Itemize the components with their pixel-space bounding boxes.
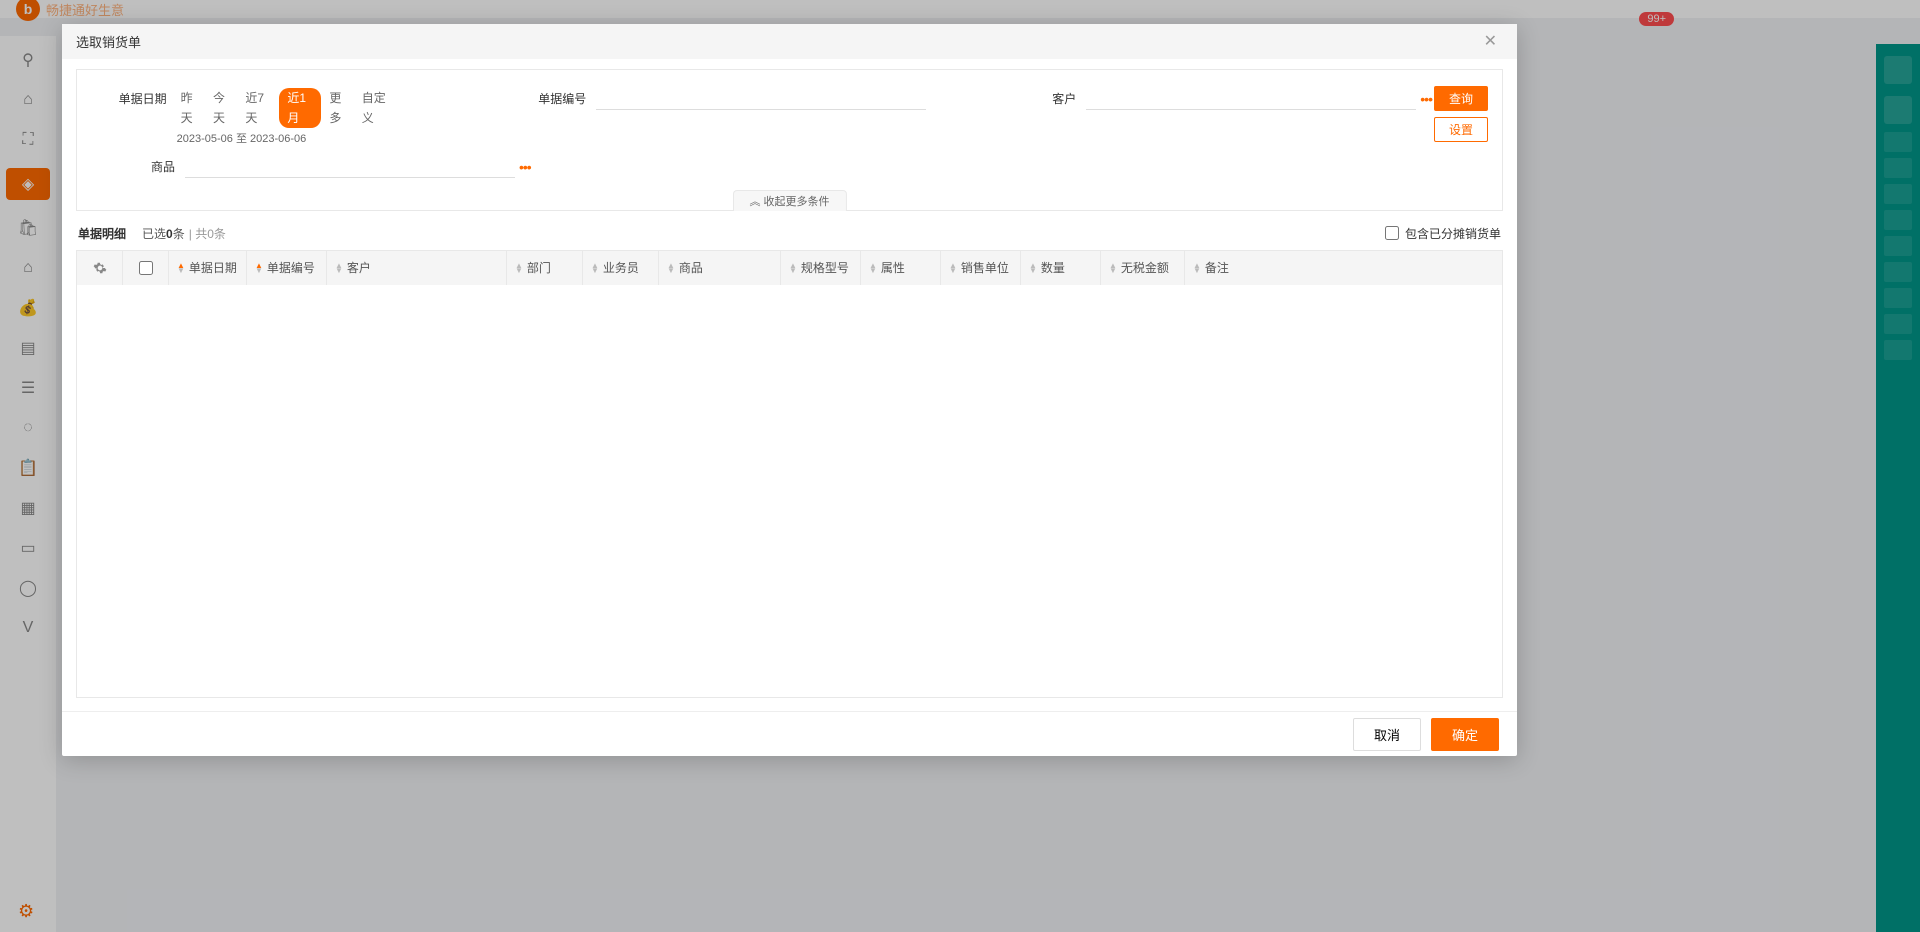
sort-icon: ▲▼ bbox=[255, 263, 263, 273]
product-input[interactable] bbox=[185, 156, 515, 178]
sort-icon: ▲▼ bbox=[515, 263, 523, 273]
col-label: 商品 bbox=[679, 259, 703, 276]
close-icon[interactable]: ✕ bbox=[1478, 27, 1503, 55]
ok-button[interactable]: 确定 bbox=[1431, 718, 1499, 751]
col-7[interactable]: ▲▼ 属性 bbox=[861, 251, 941, 285]
sort-icon: ▲▼ bbox=[949, 263, 957, 273]
filter-date: 单据日期 昨天 今天 近7天 近1月 更多 自定义 2023-05-06 至 2… bbox=[95, 88, 396, 146]
date-option-group: 昨天 今天 近7天 近1月 更多 自定义 bbox=[177, 88, 397, 128]
date-to: 2023-06-06 bbox=[250, 133, 306, 145]
filter-settings-button[interactable]: 设置 bbox=[1434, 117, 1488, 142]
sort-icon: ▲▼ bbox=[1109, 263, 1117, 273]
col-label: 无税金额 bbox=[1121, 259, 1169, 276]
col-label: 规格型号 bbox=[801, 259, 849, 276]
total-count: | 共0条 bbox=[189, 225, 226, 242]
date-opt-yesterday[interactable]: 昨天 bbox=[177, 88, 205, 128]
include-allocated-checkbox[interactable] bbox=[1385, 226, 1399, 240]
date-opt-7days[interactable]: 近7天 bbox=[241, 88, 275, 128]
filter-customer-label: 客户 bbox=[996, 88, 1076, 110]
col-label: 销售单位 bbox=[961, 259, 1009, 276]
horizontal-scrollbar[interactable] bbox=[76, 698, 1503, 711]
modal-footer: 取消 确定 bbox=[62, 711, 1517, 756]
col-label: 业务员 bbox=[603, 259, 639, 276]
summary-title: 单据明细 bbox=[78, 225, 126, 242]
col-label: 单据日期 bbox=[189, 259, 237, 276]
query-button[interactable]: 查询 bbox=[1434, 86, 1488, 111]
chevron-up-icon: ︽ bbox=[749, 196, 763, 208]
sort-icon: ▲▼ bbox=[1193, 263, 1201, 273]
sort-icon: ▲▼ bbox=[869, 263, 877, 273]
col-3[interactable]: ▲▼ 部门 bbox=[507, 251, 583, 285]
col-label: 数量 bbox=[1041, 259, 1065, 276]
col-0[interactable]: ▲▼ 单据日期 bbox=[169, 251, 247, 285]
col-1[interactable]: ▲▼ 单据编号 bbox=[247, 251, 327, 285]
col-4[interactable]: ▲▼ 业务员 bbox=[583, 251, 659, 285]
customer-picker-icon[interactable]: ••• bbox=[1420, 91, 1432, 107]
collapse-filters-toggle[interactable]: ︽ 收起更多条件 bbox=[732, 190, 846, 211]
modal-title: 选取销货单 bbox=[76, 32, 141, 51]
cancel-button[interactable]: 取消 bbox=[1353, 718, 1421, 751]
filter-panel: 单据日期 昨天 今天 近7天 近1月 更多 自定义 2023-05-06 至 2… bbox=[76, 69, 1503, 211]
col-label: 部门 bbox=[527, 259, 551, 276]
select-all-checkbox[interactable] bbox=[139, 261, 153, 275]
table-body bbox=[77, 285, 1502, 697]
filter-docno-label: 单据编号 bbox=[506, 88, 586, 110]
date-opt-today[interactable]: 今天 bbox=[209, 88, 237, 128]
col-6[interactable]: ▲▼ 规格型号 bbox=[781, 251, 861, 285]
col-11[interactable]: ▲▼ 备注 bbox=[1185, 251, 1502, 285]
col-label: 属性 bbox=[881, 259, 905, 276]
col-2[interactable]: ▲▼ 客户 bbox=[327, 251, 507, 285]
product-picker-icon[interactable]: ••• bbox=[519, 159, 531, 175]
col-settings[interactable] bbox=[77, 251, 123, 285]
selected-count: 已选0条 bbox=[142, 225, 185, 242]
date-from: 2023-05-06 bbox=[177, 133, 233, 145]
customer-input[interactable] bbox=[1086, 88, 1416, 110]
col-checkbox bbox=[123, 251, 169, 285]
filter-docno: 单据编号 bbox=[506, 88, 926, 110]
col-8[interactable]: ▲▼ 销售单位 bbox=[941, 251, 1021, 285]
col-label: 客户 bbox=[347, 259, 371, 276]
modal-header: 选取销货单 ✕ bbox=[62, 24, 1517, 59]
col-10[interactable]: ▲▼ 无税金额 bbox=[1101, 251, 1185, 285]
col-label: 单据编号 bbox=[267, 259, 315, 276]
col-5[interactable]: ▲▼ 商品 bbox=[659, 251, 781, 285]
sort-icon: ▲▼ bbox=[177, 263, 185, 273]
date-range-display: 2023-05-06 至 2023-06-06 bbox=[177, 130, 397, 146]
date-opt-1month[interactable]: 近1月 bbox=[279, 88, 321, 128]
table-header: ▲▼单据日期▲▼单据编号▲▼客户▲▼部门▲▼业务员▲▼商品▲▼规格型号▲▼属性▲… bbox=[77, 251, 1502, 285]
sort-icon: ▲▼ bbox=[789, 263, 797, 273]
filter-product: 商品 ••• bbox=[95, 156, 531, 178]
filter-buttons: 查询 设置 bbox=[1434, 86, 1488, 142]
docno-input[interactable] bbox=[596, 88, 926, 110]
filter-product-label: 商品 bbox=[95, 156, 175, 178]
summary-row: 单据明细 已选0条 | 共0条 包含已分摊销货单 bbox=[62, 211, 1517, 250]
sort-icon: ▲▼ bbox=[335, 263, 343, 273]
date-opt-more[interactable]: 更多 bbox=[325, 88, 353, 128]
include-allocated-label: 包含已分摊销货单 bbox=[1405, 225, 1501, 242]
sort-icon: ▲▼ bbox=[667, 263, 675, 273]
gear-icon bbox=[93, 261, 107, 275]
filter-customer: 客户 ••• bbox=[996, 88, 1432, 110]
data-table: ▲▼单据日期▲▼单据编号▲▼客户▲▼部门▲▼业务员▲▼商品▲▼规格型号▲▼属性▲… bbox=[76, 250, 1503, 698]
collapse-label: 收起更多条件 bbox=[764, 196, 830, 208]
date-opt-custom[interactable]: 自定义 bbox=[358, 88, 397, 128]
col-label: 备注 bbox=[1205, 259, 1229, 276]
sort-icon: ▲▼ bbox=[1029, 263, 1037, 273]
select-sales-order-modal: 选取销货单 ✕ 单据日期 昨天 今天 近7天 近1月 更多 自定义 20 bbox=[62, 24, 1517, 756]
col-9[interactable]: ▲▼ 数量 bbox=[1021, 251, 1101, 285]
date-sep: 至 bbox=[236, 133, 247, 145]
sort-icon: ▲▼ bbox=[591, 263, 599, 273]
filter-date-label: 单据日期 bbox=[95, 88, 167, 110]
